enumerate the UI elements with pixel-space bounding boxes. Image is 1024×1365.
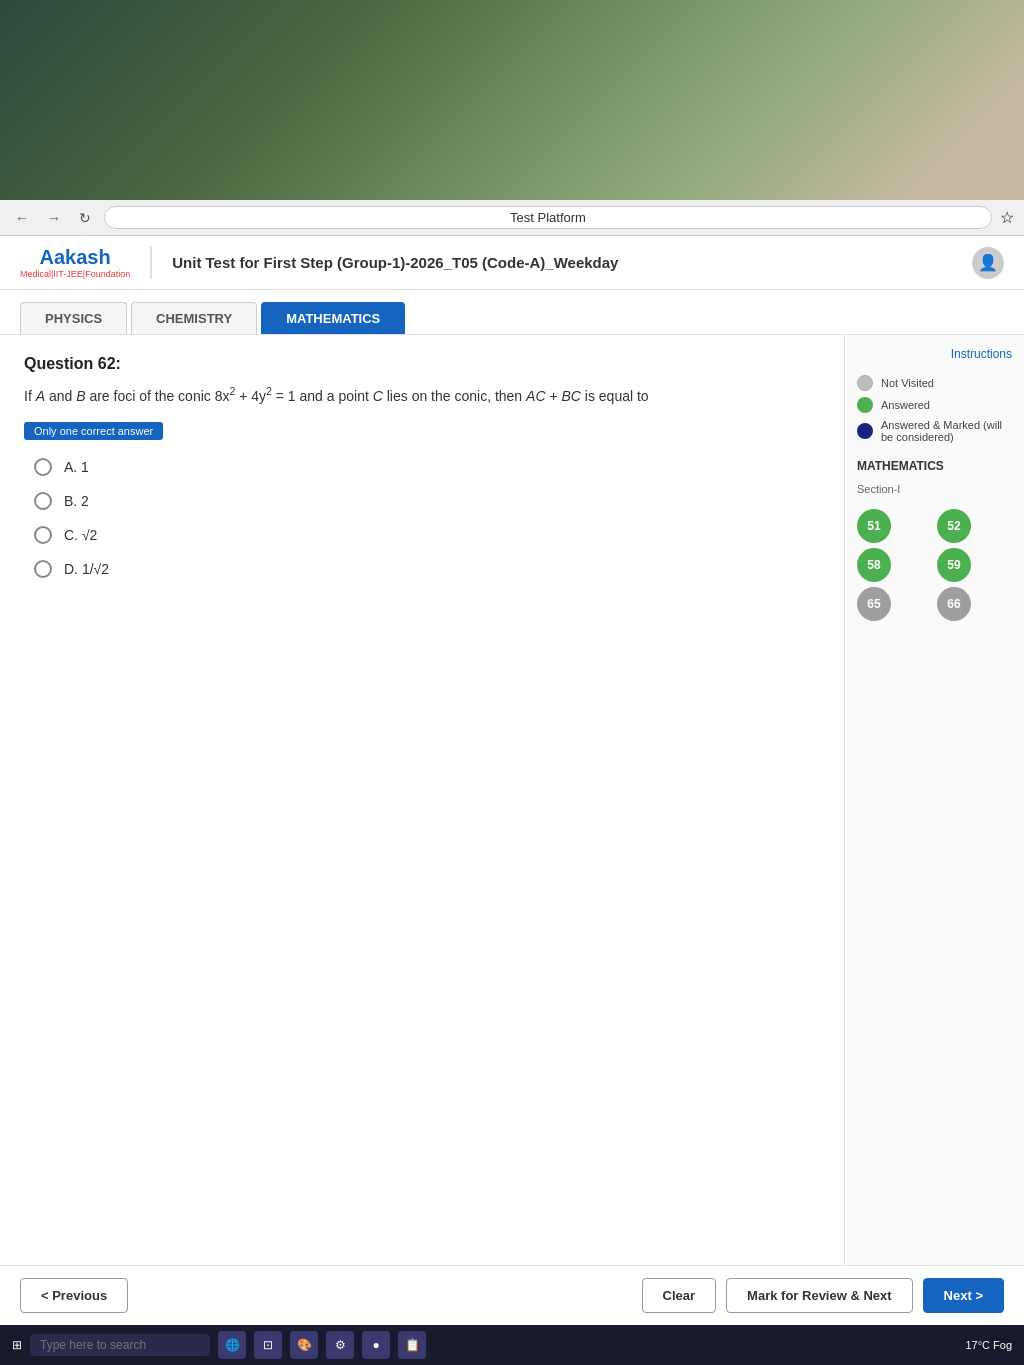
not-visited-label: Not Visited xyxy=(881,377,934,389)
option-c-radio[interactable] xyxy=(34,526,52,544)
test-title: Unit Test for First Step (Group-1)-2026_… xyxy=(172,254,618,271)
browser-reload-btn[interactable]: ↻ xyxy=(74,208,96,228)
taskbar-icon-3[interactable]: 🎨 xyxy=(290,1331,318,1359)
previous-button[interactable]: < Previous xyxy=(20,1278,128,1313)
logo-subtext: Medical|IIT-JEE|Foundation xyxy=(20,269,130,279)
main-content: Question 62: If A and B are foci of the … xyxy=(0,335,1024,1265)
q-btn-59[interactable]: 59 xyxy=(937,548,971,582)
taskbar: ⊞ 🌐 ⊡ 🎨 ⚙ ● 📋 17°C Fog xyxy=(0,1325,1024,1365)
not-visited-dot xyxy=(857,375,873,391)
question-number: Question 62: xyxy=(24,355,820,373)
section-sublabel: Section-I xyxy=(857,483,1012,495)
user-avatar: 👤 xyxy=(972,247,1004,279)
options-list: A. 1 B. 2 C. √2 D. 1/√2 xyxy=(34,458,820,578)
status-legend: Not Visited Answered Answered & Marked (… xyxy=(857,375,1012,443)
answered-label: Answered xyxy=(881,399,930,411)
q-btn-51[interactable]: 51 xyxy=(857,509,891,543)
subject-tabs: PHYSICS CHEMISTRY MATHEMATICS xyxy=(0,290,1024,335)
q-btn-58[interactable]: 58 xyxy=(857,548,891,582)
taskbar-icon-2[interactable]: ⊡ xyxy=(254,1331,282,1359)
clear-button[interactable]: Clear xyxy=(642,1278,717,1313)
logo-text: Aakash xyxy=(40,246,111,269)
option-a-label: A. 1 xyxy=(64,459,89,475)
answered-marked-label: Answered & Marked (will be considered) xyxy=(881,419,1012,443)
option-a[interactable]: A. 1 xyxy=(34,458,820,476)
taskbar-icon-1[interactable]: 🌐 xyxy=(218,1331,246,1359)
camera-reflection xyxy=(0,0,1024,200)
browser-toolbar: ← → ↻ Test Platform ☆ xyxy=(0,200,1024,236)
q-btn-52[interactable]: 52 xyxy=(937,509,971,543)
option-b-label: B. 2 xyxy=(64,493,89,509)
option-d[interactable]: D. 1/√2 xyxy=(34,560,820,578)
status-not-visited: Not Visited xyxy=(857,375,1012,391)
mark-review-button[interactable]: Mark for Review & Next xyxy=(726,1278,913,1313)
question-area: Question 62: If A and B are foci of the … xyxy=(0,335,844,1265)
bottom-nav: < Previous Clear Mark for Review & Next … xyxy=(0,1265,1024,1325)
option-c-label: C. √2 xyxy=(64,527,97,543)
instructions-link[interactable]: Instructions xyxy=(857,347,1012,361)
taskbar-icon-4[interactable]: ⚙ xyxy=(326,1331,354,1359)
question-number-grid: 51 52 58 59 65 66 xyxy=(857,509,1012,621)
section-subject-label: MATHEMATICS xyxy=(857,459,1012,473)
test-platform: Aakash Medical|IIT-JEE|Foundation Unit T… xyxy=(0,236,1024,1325)
answered-marked-dot xyxy=(857,423,873,439)
next-button[interactable]: Next > xyxy=(923,1278,1004,1313)
browser-forward-btn[interactable]: → xyxy=(42,208,66,228)
platform-header: Aakash Medical|IIT-JEE|Foundation Unit T… xyxy=(0,236,1024,290)
tab-physics[interactable]: PHYSICS xyxy=(20,302,127,334)
option-b-radio[interactable] xyxy=(34,492,52,510)
status-answered-marked: Answered & Marked (will be considered) xyxy=(857,419,1012,443)
question-text: If A and B are foci of the conic 8x2 + 4… xyxy=(24,383,820,407)
address-bar: Test Platform xyxy=(104,206,992,229)
bookmark-icon: ☆ xyxy=(1000,208,1014,227)
browser-back-btn[interactable]: ← xyxy=(10,208,34,228)
tab-mathematics[interactable]: MATHEMATICS xyxy=(261,302,405,334)
right-sidebar: Instructions Not Visited Answered Answer… xyxy=(844,335,1024,1265)
option-d-radio[interactable] xyxy=(34,560,52,578)
q-btn-65[interactable]: 65 xyxy=(857,587,891,621)
answered-dot xyxy=(857,397,873,413)
option-d-label: D. 1/√2 xyxy=(64,561,109,577)
answer-type-badge: Only one correct answer xyxy=(24,422,163,440)
status-answered: Answered xyxy=(857,397,1012,413)
option-a-radio[interactable] xyxy=(34,458,52,476)
taskbar-right: 17°C Fog xyxy=(965,1339,1012,1351)
option-b[interactable]: B. 2 xyxy=(34,492,820,510)
tab-chemistry[interactable]: CHEMISTRY xyxy=(131,302,257,334)
logo-area: Aakash Medical|IIT-JEE|Foundation xyxy=(20,246,152,279)
q-btn-66[interactable]: 66 xyxy=(937,587,971,621)
taskbar-temperature: 17°C Fog xyxy=(965,1339,1012,1351)
windows-icon: ⊞ xyxy=(12,1338,22,1352)
taskbar-icon-6[interactable]: 📋 xyxy=(398,1331,426,1359)
taskbar-icon-5[interactable]: ● xyxy=(362,1331,390,1359)
taskbar-search-input[interactable] xyxy=(30,1334,210,1356)
option-c[interactable]: C. √2 xyxy=(34,526,820,544)
